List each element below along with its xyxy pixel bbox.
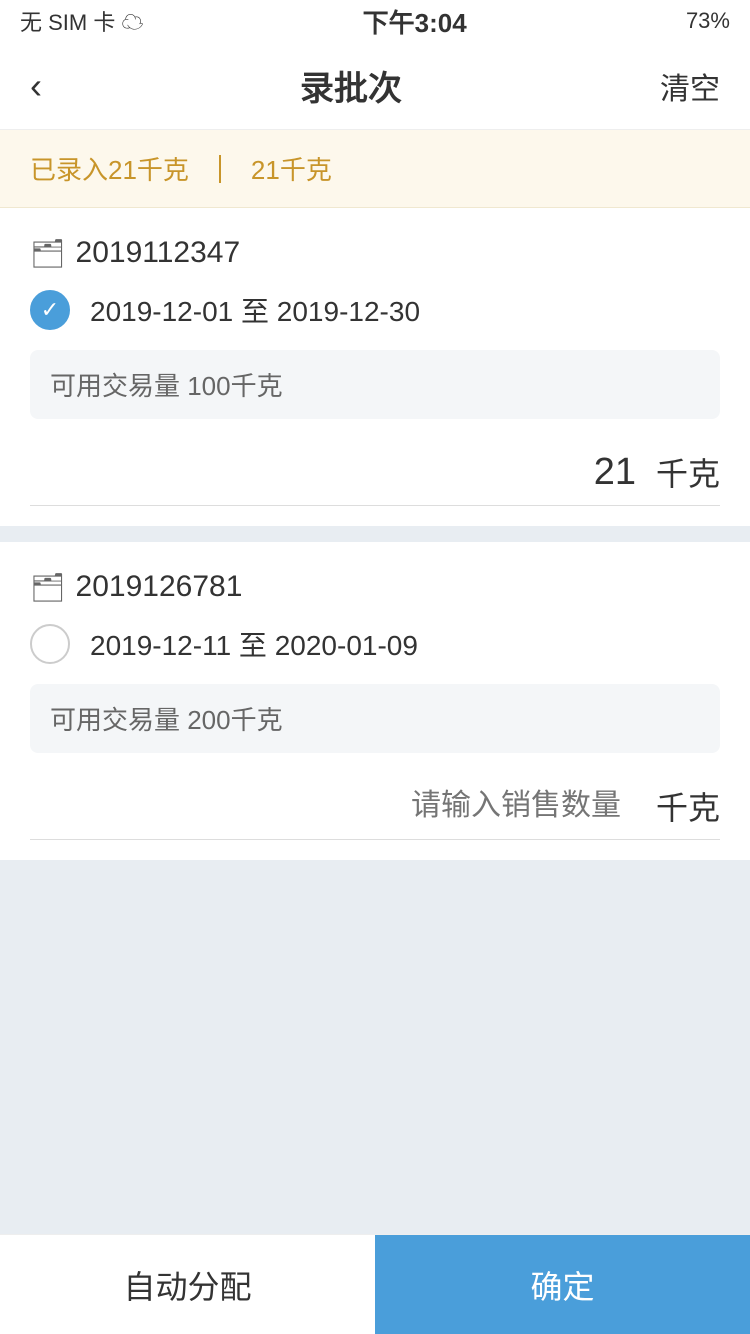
nav-bar: ‹ 录批次 清空 xyxy=(0,42,750,130)
batch-1-id: 2019112347 xyxy=(76,236,241,270)
confirm-button[interactable]: 确定 xyxy=(375,1235,750,1334)
recorded-amount: 21千克 xyxy=(251,150,332,187)
batch-1-amount: 21 xyxy=(594,451,636,494)
auto-distribute-button[interactable]: 自动分配 xyxy=(0,1235,375,1334)
batch-2-available: 可用交易量 200千克 xyxy=(30,684,720,753)
batch-1-row[interactable]: ✓ 2019-12-01 至 2019-12-30 xyxy=(0,280,750,340)
summary-divider xyxy=(219,155,221,183)
check-icon: ✓ xyxy=(41,297,59,323)
batch-2-header: 🗂 2019126781 xyxy=(0,542,750,614)
batch-2-id: 2019126781 xyxy=(76,570,243,604)
sale-quantity-input[interactable] xyxy=(30,789,636,823)
batch-1-amount-inner: 21 千克 xyxy=(30,449,720,506)
batch-1-amount-container: 21 千克 xyxy=(0,439,750,526)
summary-bar: 已录入21千克 21千克 xyxy=(0,130,750,208)
status-left: 无 SIM 卡 ☁ xyxy=(20,5,143,37)
page-title: 录批次 xyxy=(300,61,402,110)
batch-1-unit: 千克 xyxy=(656,449,720,495)
batch-1-header: 🗂 2019112347 xyxy=(0,208,750,280)
batch-item-2: 🗂 2019126781 2019-12-11 至 2020-01-09 可用交… xyxy=(0,542,750,860)
section-divider xyxy=(0,526,750,542)
batch-2-radio[interactable] xyxy=(30,624,70,664)
battery-icon: 73% xyxy=(686,8,730,34)
batch-2-input-container: 千克 xyxy=(0,773,750,860)
batch-item-1: 🗂 2019112347 ✓ 2019-12-01 至 2019-12-30 可… xyxy=(0,208,750,526)
batch-2-row[interactable]: 2019-12-11 至 2020-01-09 xyxy=(0,614,750,674)
back-button[interactable]: ‹ xyxy=(30,65,42,107)
batch-2-icon: 🗂 xyxy=(30,571,66,604)
batch-1-radio[interactable]: ✓ xyxy=(30,290,70,330)
status-bar: 无 SIM 卡 ☁ 下午3:04 73% xyxy=(0,0,750,42)
status-time: 下午3:04 xyxy=(363,3,467,40)
batch-1-icon: 🗂 xyxy=(30,237,66,270)
batch-2-input-inner[interactable]: 千克 xyxy=(30,783,720,840)
batch-2-date: 2019-12-11 至 2020-01-09 xyxy=(90,624,418,664)
bottom-buttons: 自动分配 确定 xyxy=(0,1234,750,1334)
clear-button[interactable]: 清空 xyxy=(660,64,720,108)
batch-2-unit: 千克 xyxy=(656,783,720,829)
status-right: 73% xyxy=(686,8,730,34)
batch-1-available: 可用交易量 100千克 xyxy=(30,350,720,419)
batch-1-date: 2019-12-01 至 2019-12-30 xyxy=(90,290,420,330)
recorded-label: 已录入21千克 xyxy=(30,150,189,187)
